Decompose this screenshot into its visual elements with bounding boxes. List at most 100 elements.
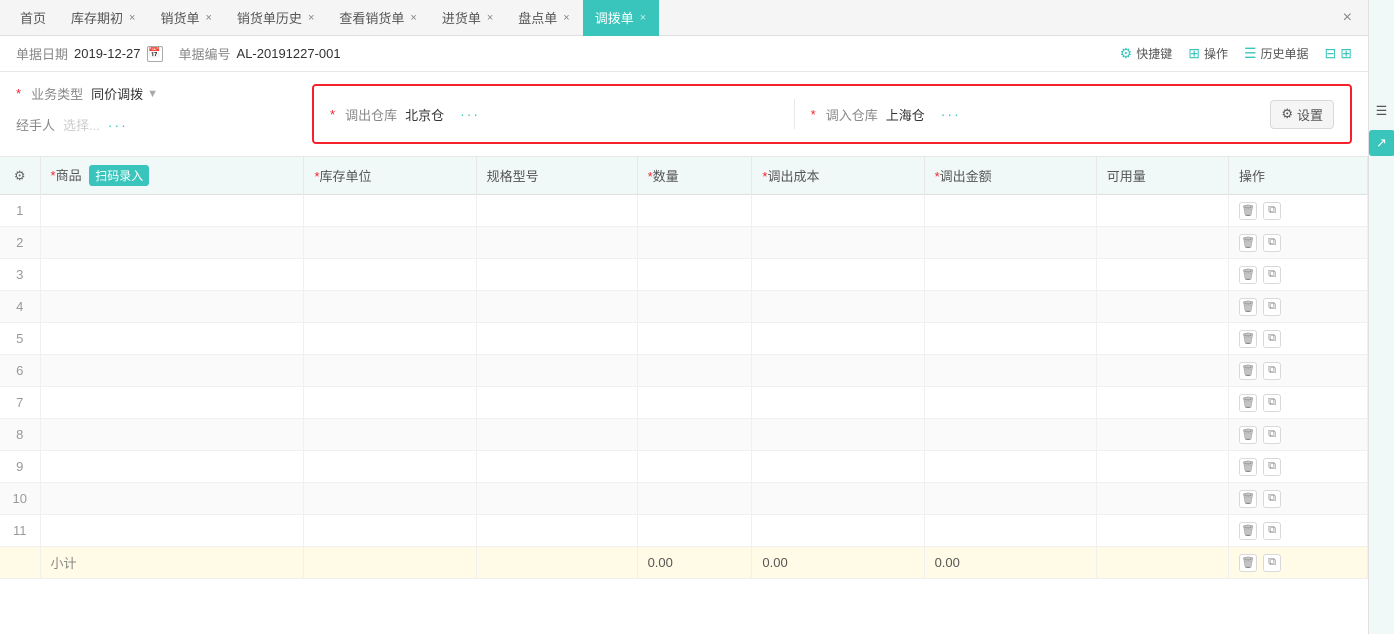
cell-spec[interactable] xyxy=(476,195,637,227)
copy-row-button[interactable]: ⧉ xyxy=(1263,426,1281,444)
cell-available[interactable] xyxy=(1096,355,1228,387)
operations-button[interactable]: ⊞ 操作 xyxy=(1188,45,1228,62)
cell-amount[interactable] xyxy=(924,419,1096,451)
cell-cost[interactable] xyxy=(752,291,924,323)
copy-row-button[interactable]: ⧉ xyxy=(1263,458,1281,476)
copy-row-button[interactable]: ⧉ xyxy=(1263,362,1281,380)
tab-home[interactable]: 首页 xyxy=(8,0,59,36)
scan-button[interactable]: 扫码录入 xyxy=(89,165,149,186)
cell-spec[interactable] xyxy=(476,323,637,355)
cell-spec[interactable] xyxy=(476,419,637,451)
delete-row-button[interactable]: 🗑 xyxy=(1239,202,1257,220)
copy-row-button[interactable]: ⧉ xyxy=(1263,298,1281,316)
delete-row-button[interactable]: 🗑 xyxy=(1239,458,1257,476)
copy-row-button[interactable]: ⧉ xyxy=(1263,394,1281,412)
cell-product[interactable] xyxy=(40,515,304,547)
cell-product[interactable] xyxy=(40,387,304,419)
cell-product[interactable] xyxy=(40,291,304,323)
cell-available[interactable] xyxy=(1096,227,1228,259)
delete-row-button[interactable]: 🗑 xyxy=(1239,266,1257,284)
sidebar-export-icon[interactable]: ↗ xyxy=(1369,130,1394,156)
cell-qty[interactable] xyxy=(637,323,752,355)
layout-button[interactable]: ⊟ ⊞ xyxy=(1325,45,1352,62)
date-value[interactable]: 2019-12-27 xyxy=(74,46,141,61)
cell-amount[interactable] xyxy=(924,291,1096,323)
copy-row-button[interactable]: ⧉ xyxy=(1263,522,1281,540)
subtotal-delete-button[interactable]: 🗑 xyxy=(1239,554,1257,572)
cell-unit[interactable] xyxy=(304,515,476,547)
cell-spec[interactable] xyxy=(476,515,637,547)
cell-unit[interactable] xyxy=(304,227,476,259)
cell-amount[interactable] xyxy=(924,259,1096,291)
cell-amount[interactable] xyxy=(924,387,1096,419)
window-close-button[interactable]: × xyxy=(1335,9,1360,27)
cell-available[interactable] xyxy=(1096,259,1228,291)
cell-available[interactable] xyxy=(1096,419,1228,451)
tab-sales-order[interactable]: 销货单 × xyxy=(148,0,224,36)
cell-product[interactable] xyxy=(40,259,304,291)
delete-row-button[interactable]: 🗑 xyxy=(1239,490,1257,508)
cell-unit[interactable] xyxy=(304,387,476,419)
cell-qty[interactable] xyxy=(637,483,752,515)
cell-qty[interactable] xyxy=(637,291,752,323)
delete-row-button[interactable]: 🗑 xyxy=(1239,362,1257,380)
cell-unit[interactable] xyxy=(304,291,476,323)
cell-qty[interactable] xyxy=(637,515,752,547)
cell-unit[interactable] xyxy=(304,451,476,483)
cell-qty[interactable] xyxy=(637,355,752,387)
delete-row-button[interactable]: 🗑 xyxy=(1239,298,1257,316)
cell-cost[interactable] xyxy=(752,323,924,355)
out-warehouse-value[interactable]: 北京仓 xyxy=(405,105,444,124)
cell-cost[interactable] xyxy=(752,259,924,291)
cell-product[interactable] xyxy=(40,323,304,355)
cell-amount[interactable] xyxy=(924,515,1096,547)
cell-product[interactable] xyxy=(40,355,304,387)
copy-row-button[interactable]: ⧉ xyxy=(1263,234,1281,252)
cell-available[interactable] xyxy=(1096,291,1228,323)
delete-row-button[interactable]: 🗑 xyxy=(1239,426,1257,444)
tab-sales-history[interactable]: 销货单历史 × xyxy=(225,0,327,36)
cell-cost[interactable] xyxy=(752,419,924,451)
cell-product[interactable] xyxy=(40,483,304,515)
handler-dots[interactable]: ··· xyxy=(108,117,128,133)
tab-close-inventory-init[interactable]: × xyxy=(129,12,135,24)
cell-available[interactable] xyxy=(1096,195,1228,227)
th-settings[interactable]: ⚙ xyxy=(0,157,40,195)
cell-qty[interactable] xyxy=(637,227,752,259)
cell-spec[interactable] xyxy=(476,451,637,483)
cell-unit[interactable] xyxy=(304,419,476,451)
cell-spec[interactable] xyxy=(476,483,637,515)
copy-row-button[interactable]: ⧉ xyxy=(1263,330,1281,348)
business-type-select[interactable]: 同价调拨 ▼ xyxy=(91,84,158,103)
cell-product[interactable] xyxy=(40,227,304,259)
subtotal-copy-button[interactable]: ⧉ xyxy=(1263,554,1281,572)
cell-cost[interactable] xyxy=(752,451,924,483)
cell-unit[interactable] xyxy=(304,195,476,227)
tab-close-purchase-order[interactable]: × xyxy=(487,12,493,24)
cell-unit[interactable] xyxy=(304,323,476,355)
cell-spec[interactable] xyxy=(476,387,637,419)
tab-close-inventory-check[interactable]: × xyxy=(563,12,569,24)
cell-qty[interactable] xyxy=(637,419,752,451)
cell-available[interactable] xyxy=(1096,387,1228,419)
tab-purchase-order[interactable]: 进货单 × xyxy=(430,0,506,36)
cell-product[interactable] xyxy=(40,451,304,483)
cell-spec[interactable] xyxy=(476,259,637,291)
tab-close-sales-order[interactable]: × xyxy=(205,12,211,24)
history-button[interactable]: ☰ 历史单据 xyxy=(1244,45,1309,62)
tab-close-transfer-order[interactable]: × xyxy=(640,12,646,24)
tab-inventory-check[interactable]: 盘点单 × xyxy=(506,0,582,36)
out-warehouse-dots[interactable]: ··· xyxy=(460,106,480,122)
cell-amount[interactable] xyxy=(924,323,1096,355)
in-warehouse-dots[interactable]: ··· xyxy=(941,106,961,122)
tab-view-sales[interactable]: 查看销货单 × xyxy=(327,0,429,36)
copy-row-button[interactable]: ⧉ xyxy=(1263,202,1281,220)
cell-cost[interactable] xyxy=(752,387,924,419)
cell-spec[interactable] xyxy=(476,291,637,323)
cell-unit[interactable] xyxy=(304,259,476,291)
settings-button[interactable]: ⚙ 设置 xyxy=(1270,100,1334,129)
cell-amount[interactable] xyxy=(924,483,1096,515)
delete-row-button[interactable]: 🗑 xyxy=(1239,330,1257,348)
copy-row-button[interactable]: ⧉ xyxy=(1263,266,1281,284)
cell-qty[interactable] xyxy=(637,195,752,227)
